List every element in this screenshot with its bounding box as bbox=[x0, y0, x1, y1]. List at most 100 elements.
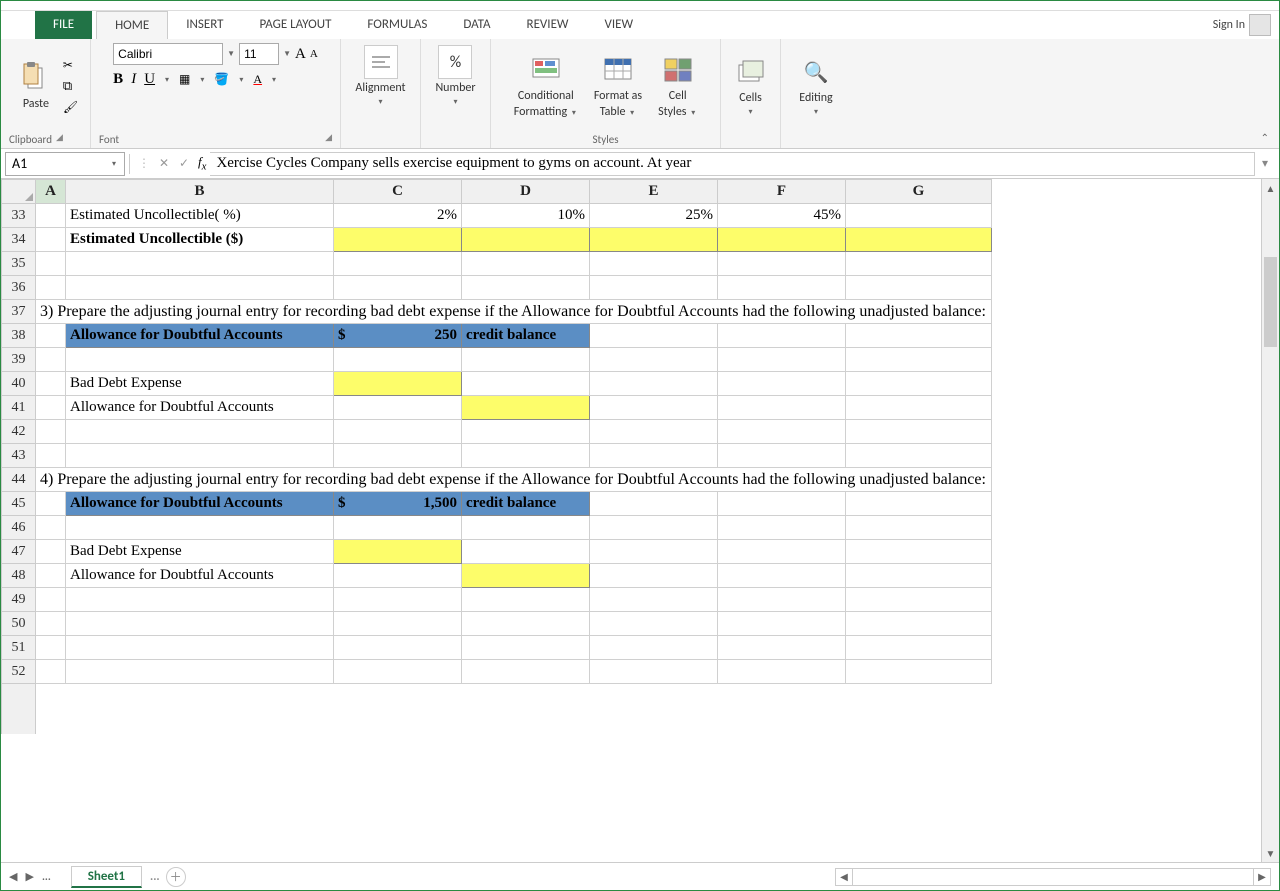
tab-review[interactable]: REVIEW bbox=[509, 11, 587, 39]
cell[interactable] bbox=[36, 420, 66, 444]
scroll-down-icon[interactable]: ▼ bbox=[1262, 844, 1279, 862]
cell[interactable] bbox=[66, 588, 334, 612]
cell[interactable] bbox=[846, 564, 992, 588]
underline-dd[interactable]: ▾ bbox=[163, 75, 171, 85]
tab-page-layout[interactable]: PAGE LAYOUT bbox=[242, 11, 350, 39]
cell[interactable] bbox=[718, 252, 846, 276]
cell-C34[interactable] bbox=[334, 228, 462, 252]
tab-file[interactable]: FILE bbox=[35, 11, 92, 39]
tab-data[interactable]: DATA bbox=[445, 11, 508, 39]
row-37[interactable]: 37 bbox=[2, 300, 36, 324]
italic-button[interactable]: I bbox=[131, 71, 136, 88]
cell-D45[interactable]: credit balance bbox=[462, 492, 590, 516]
cell[interactable] bbox=[590, 444, 718, 468]
cell[interactable] bbox=[334, 660, 462, 684]
cell[interactable] bbox=[718, 324, 846, 348]
cell[interactable] bbox=[462, 516, 590, 540]
row-52[interactable]: 52 bbox=[2, 660, 36, 684]
cell[interactable] bbox=[590, 396, 718, 420]
cell-B33[interactable]: Estimated Uncollectible( %) bbox=[66, 204, 334, 228]
cell[interactable] bbox=[846, 348, 992, 372]
col-B[interactable]: B bbox=[66, 180, 334, 204]
cell[interactable] bbox=[36, 564, 66, 588]
row-47[interactable]: 47 bbox=[2, 540, 36, 564]
hscroll-right-icon[interactable]: ▶ bbox=[1253, 868, 1271, 886]
font-color-icon[interactable]: A bbox=[253, 72, 262, 87]
cell[interactable] bbox=[36, 540, 66, 564]
vertical-scrollbar[interactable]: ▲ ▼ bbox=[1261, 179, 1279, 862]
cell[interactable] bbox=[36, 396, 66, 420]
cell[interactable] bbox=[462, 612, 590, 636]
clipboard-launcher-icon[interactable]: ◢ bbox=[56, 132, 63, 143]
row-45[interactable]: 45 bbox=[2, 492, 36, 516]
font-launcher-icon[interactable]: ◢ bbox=[325, 132, 332, 143]
row-50[interactable]: 50 bbox=[2, 612, 36, 636]
cell[interactable] bbox=[590, 252, 718, 276]
cell[interactable] bbox=[462, 348, 590, 372]
fill-dd[interactable]: ▾ bbox=[237, 75, 245, 85]
tab-view[interactable]: VIEW bbox=[587, 11, 652, 39]
row-51[interactable]: 51 bbox=[2, 636, 36, 660]
cell[interactable] bbox=[718, 564, 846, 588]
cell[interactable] bbox=[334, 420, 462, 444]
cell[interactable] bbox=[462, 276, 590, 300]
cancel-formula-icon[interactable]: ✕ bbox=[154, 154, 174, 174]
cell[interactable] bbox=[334, 252, 462, 276]
cell-B38[interactable]: Allowance for Doubtful Accounts bbox=[66, 324, 334, 348]
cell[interactable] bbox=[590, 612, 718, 636]
grid[interactable]: A B C D E F G 33 Estimated Uncollectible… bbox=[1, 179, 1261, 862]
border-dd[interactable]: ▾ bbox=[198, 75, 206, 85]
cell[interactable] bbox=[36, 444, 66, 468]
cell-C47[interactable] bbox=[334, 540, 462, 564]
cell[interactable] bbox=[462, 420, 590, 444]
cell[interactable] bbox=[718, 636, 846, 660]
cell[interactable] bbox=[718, 660, 846, 684]
expand-formula-icon[interactable]: ▾ bbox=[1255, 156, 1275, 171]
bold-button[interactable]: B bbox=[113, 71, 123, 88]
col-C[interactable]: C bbox=[334, 180, 462, 204]
cell[interactable] bbox=[66, 348, 334, 372]
cell[interactable] bbox=[846, 540, 992, 564]
fontcolor-dd[interactable]: ▾ bbox=[270, 75, 278, 85]
cell[interactable] bbox=[462, 444, 590, 468]
next-sheet-icon[interactable]: ▶ bbox=[25, 870, 33, 883]
cut-icon[interactable]: ✂ bbox=[63, 58, 78, 73]
cell-G34[interactable] bbox=[846, 228, 992, 252]
grow-font-icon[interactable]: A bbox=[295, 46, 306, 63]
fx-icon[interactable]: fx bbox=[194, 154, 210, 173]
cell[interactable] bbox=[36, 276, 66, 300]
cell-37[interactable]: 3) Prepare the adjusting journal entry f… bbox=[36, 300, 992, 324]
row-35[interactable]: 35 bbox=[2, 252, 36, 276]
cell[interactable] bbox=[718, 588, 846, 612]
cell-44[interactable]: 4) Prepare the adjusting journal entry f… bbox=[36, 468, 992, 492]
cell[interactable] bbox=[462, 660, 590, 684]
cell[interactable] bbox=[334, 444, 462, 468]
underline-button[interactable]: U bbox=[144, 71, 155, 88]
fb-menu-icon[interactable]: ⋮ bbox=[134, 156, 154, 171]
cell[interactable] bbox=[846, 324, 992, 348]
cell[interactable] bbox=[846, 660, 992, 684]
cell[interactable] bbox=[66, 660, 334, 684]
cell-C40[interactable] bbox=[334, 372, 462, 396]
cell[interactable] bbox=[36, 684, 992, 734]
cell[interactable] bbox=[846, 252, 992, 276]
cell-D33[interactable]: 10% bbox=[462, 204, 590, 228]
row-41[interactable]: 41 bbox=[2, 396, 36, 420]
cells-button[interactable]: Cells ▾ bbox=[728, 53, 774, 119]
cell[interactable] bbox=[846, 276, 992, 300]
font-size-input[interactable] bbox=[239, 43, 279, 65]
cell-B45[interactable]: Allowance for Doubtful Accounts bbox=[66, 492, 334, 516]
cell[interactable] bbox=[66, 636, 334, 660]
fill-color-icon[interactable]: 🪣 bbox=[214, 72, 229, 87]
cell-B47[interactable]: Bad Debt Expense bbox=[66, 540, 334, 564]
scroll-thumb[interactable] bbox=[1264, 257, 1277, 347]
cell[interactable] bbox=[718, 276, 846, 300]
sheet-tab-sheet1[interactable]: Sheet1 bbox=[71, 866, 142, 888]
hscroll-left-icon[interactable]: ◀ bbox=[835, 868, 853, 886]
tab-insert[interactable]: INSERT bbox=[168, 11, 241, 39]
cell[interactable] bbox=[846, 588, 992, 612]
row-43[interactable]: 43 bbox=[2, 444, 36, 468]
cell[interactable] bbox=[590, 324, 718, 348]
cell-G33[interactable] bbox=[846, 204, 992, 228]
cell-F33[interactable]: 45% bbox=[718, 204, 846, 228]
